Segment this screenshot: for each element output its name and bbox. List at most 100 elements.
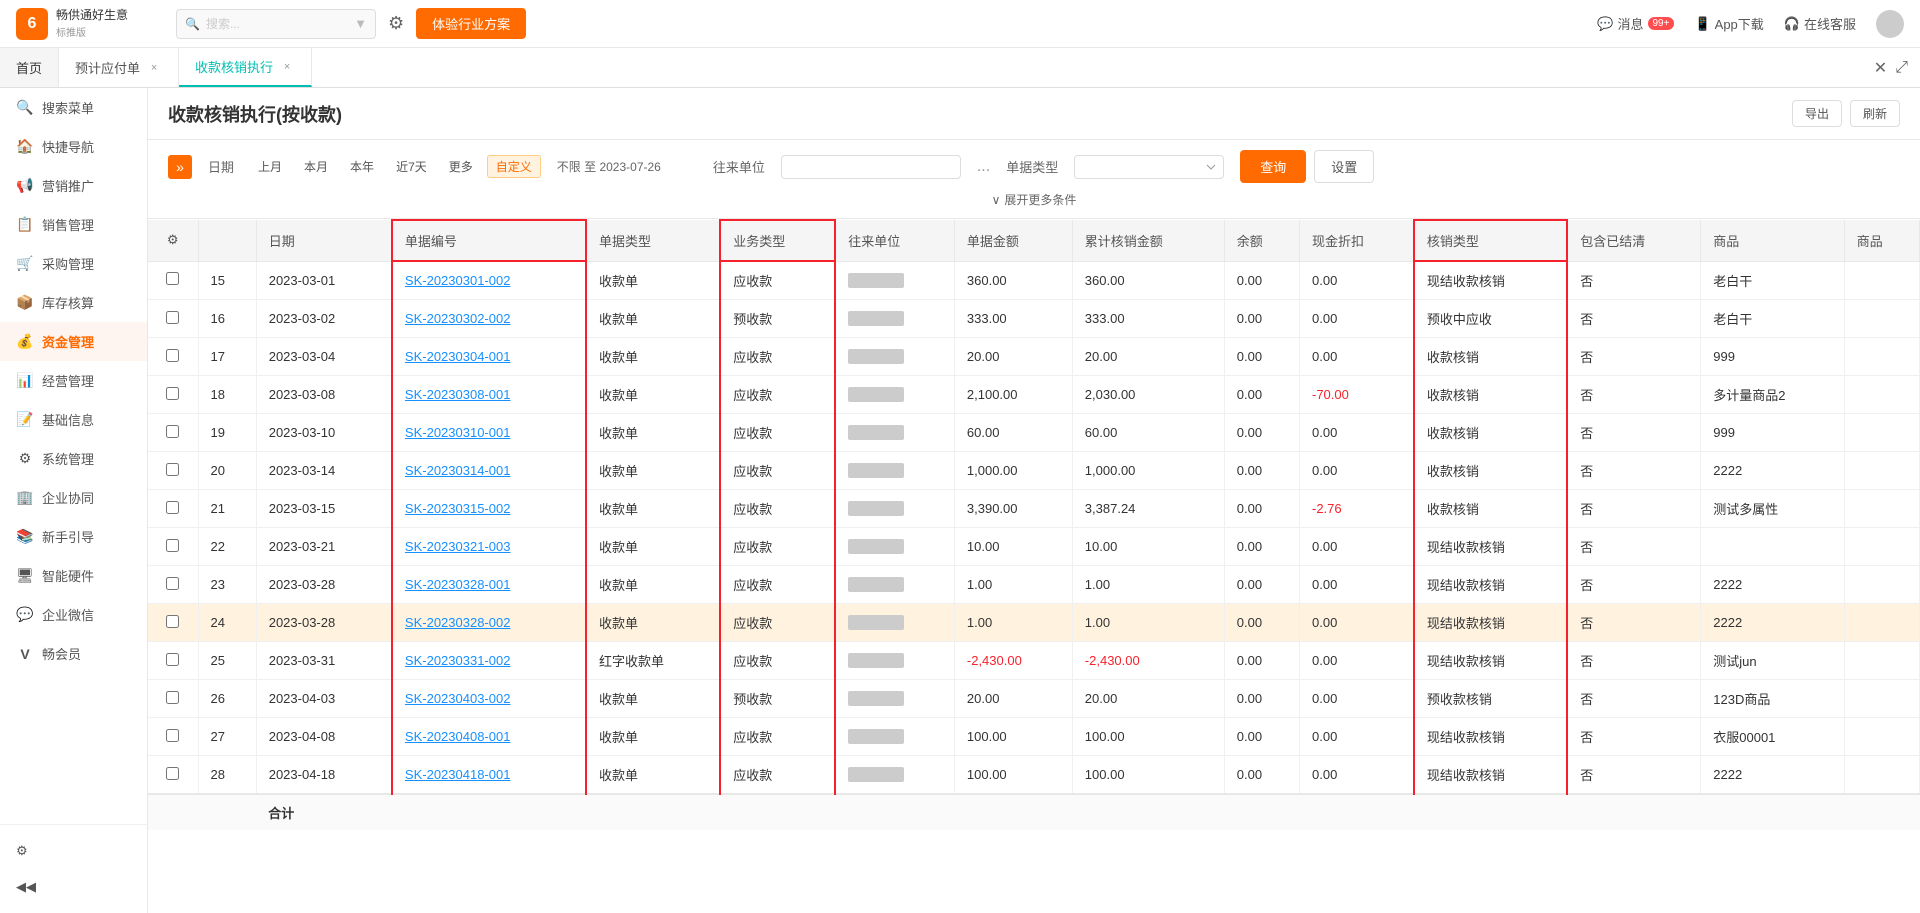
tab-prepay-close[interactable]: × — [146, 60, 162, 76]
query-button[interactable]: 查询 — [1240, 150, 1306, 183]
th-cumulative[interactable]: 累计核销金额 — [1072, 220, 1224, 261]
td-doc-no[interactable]: SK-20230418-001 — [392, 756, 586, 795]
tab-home[interactable]: 首页 — [0, 48, 59, 87]
doc-type-filter-select[interactable] — [1074, 155, 1224, 179]
td-checkbox[interactable] — [148, 300, 198, 338]
sidebar-collapse[interactable]: ◀◀ — [0, 869, 147, 905]
td-checkbox[interactable] — [148, 718, 198, 756]
td-checkbox[interactable] — [148, 452, 198, 490]
row-checkbox[interactable] — [166, 539, 179, 552]
td-checkbox[interactable] — [148, 680, 198, 718]
tab-close-window-icon[interactable]: ✕ — [1874, 58, 1887, 78]
sidebar-item-quick-nav[interactable]: 🏠 快捷导航 — [0, 127, 147, 166]
sidebar-item-enterprise[interactable]: 🏢 企业协同 — [0, 478, 147, 517]
industry-solution-button[interactable]: 体验行业方案 — [416, 8, 526, 39]
td-checkbox[interactable] — [148, 261, 198, 300]
tab-receipt-close[interactable]: × — [279, 59, 295, 75]
vendor-filter-input[interactable] — [781, 155, 961, 179]
row-checkbox[interactable] — [166, 349, 179, 362]
td-doc-no[interactable]: SK-20230304-001 — [392, 338, 586, 376]
th-amount[interactable]: 单据金额 — [954, 220, 1072, 261]
sidebar-item-basic-info[interactable]: 📝 基础信息 — [0, 400, 147, 439]
td-checkbox[interactable] — [148, 338, 198, 376]
th-doc-no[interactable]: 单据编号 — [392, 220, 586, 261]
sidebar-item-vip[interactable]: V 畅会员 — [0, 634, 147, 673]
gear-icon[interactable]: ⚙ — [388, 13, 404, 34]
td-doc-no-link[interactable]: SK-20230408-001 — [405, 729, 511, 744]
row-checkbox[interactable] — [166, 729, 179, 742]
td-checkbox[interactable] — [148, 528, 198, 566]
td-doc-no[interactable]: SK-20230315-002 — [392, 490, 586, 528]
td-doc-no-link[interactable]: SK-20230331-002 — [405, 653, 511, 668]
header-search-box[interactable]: 🔍 搜索... ▼ — [176, 9, 376, 39]
settings-button[interactable]: 设置 — [1314, 150, 1374, 183]
app-download-button[interactable]: 📱 App下载 — [1694, 14, 1763, 33]
th-biz-type[interactable]: 业务类型 — [720, 220, 835, 261]
sidebar-item-smart-hw[interactable]: 🖥 智能硬件 — [0, 556, 147, 595]
td-doc-no[interactable]: SK-20230301-002 — [392, 261, 586, 300]
td-doc-no[interactable]: SK-20230314-001 — [392, 452, 586, 490]
td-doc-no-link[interactable]: SK-20230308-001 — [405, 387, 511, 402]
sidebar-item-marketing[interactable]: 📢 营销推广 — [0, 166, 147, 205]
th-product2[interactable]: 商品 — [1844, 220, 1919, 261]
td-doc-no[interactable]: SK-20230408-001 — [392, 718, 586, 756]
th-include-settled[interactable]: 包含已结清 — [1567, 220, 1701, 261]
th-doc-type[interactable]: 单据类型 — [586, 220, 720, 261]
sidebar-item-inventory[interactable]: 📦 库存核算 — [0, 283, 147, 322]
td-doc-no-link[interactable]: SK-20230403-002 — [405, 691, 511, 706]
sidebar-settings[interactable]: ⚙ — [0, 833, 147, 869]
online-support-button[interactable]: 🎧 在线客服 — [1784, 14, 1856, 33]
sidebar-item-system[interactable]: ⚙ 系统管理 — [0, 439, 147, 478]
td-doc-no[interactable]: SK-20230302-002 — [392, 300, 586, 338]
th-cash-discount[interactable]: 现金折扣 — [1300, 220, 1414, 261]
sidebar-item-operation[interactable]: 📊 经营管理 — [0, 361, 147, 400]
td-doc-no-link[interactable]: SK-20230314-001 — [405, 463, 511, 478]
tab-prepay[interactable]: 预计应付单 × — [59, 48, 179, 87]
td-checkbox[interactable] — [148, 756, 198, 795]
row-checkbox[interactable] — [166, 425, 179, 438]
date-option-this-year[interactable]: 本年 — [342, 156, 382, 177]
header-dropdown-icon[interactable]: ▼ — [354, 16, 367, 31]
date-option-7days[interactable]: 近7天 — [388, 156, 435, 177]
td-doc-no-link[interactable]: SK-20230302-002 — [405, 311, 511, 326]
td-checkbox[interactable] — [148, 604, 198, 642]
row-checkbox[interactable] — [166, 311, 179, 324]
td-doc-no[interactable]: SK-20230403-002 — [392, 680, 586, 718]
td-doc-no-link[interactable]: SK-20230304-001 — [405, 349, 511, 364]
row-checkbox[interactable] — [166, 577, 179, 590]
td-doc-no[interactable]: SK-20230321-003 — [392, 528, 586, 566]
td-doc-no[interactable]: SK-20230310-001 — [392, 414, 586, 452]
th-settings[interactable]: ⚙ — [148, 220, 198, 261]
row-checkbox[interactable] — [166, 767, 179, 780]
td-checkbox[interactable] — [148, 490, 198, 528]
th-verify-type[interactable]: 核销类型 — [1414, 220, 1567, 261]
expand-more-button[interactable]: ∨ 展开更多条件 — [168, 191, 1900, 208]
td-doc-no-link[interactable]: SK-20230315-002 — [405, 501, 511, 516]
row-checkbox[interactable] — [166, 501, 179, 514]
sidebar-item-sales[interactable]: 📋 销售管理 — [0, 205, 147, 244]
sidebar-item-purchase[interactable]: 🛒 采购管理 — [0, 244, 147, 283]
tab-receipt[interactable]: 收款核销执行 × — [179, 48, 312, 87]
date-option-more[interactable]: 更多 — [441, 156, 481, 177]
td-doc-no-link[interactable]: SK-20230328-002 — [405, 615, 511, 630]
row-checkbox[interactable] — [166, 691, 179, 704]
sidebar-item-search-menu[interactable]: 🔍 搜索菜单 — [0, 88, 147, 127]
td-checkbox[interactable] — [148, 642, 198, 680]
date-option-custom[interactable]: 自定义 — [487, 155, 541, 178]
date-option-this-month[interactable]: 本月 — [296, 156, 336, 177]
td-doc-no[interactable]: SK-20230331-002 — [392, 642, 586, 680]
row-checkbox[interactable] — [166, 653, 179, 666]
th-balance[interactable]: 余额 — [1224, 220, 1299, 261]
td-doc-no-link[interactable]: SK-20230418-001 — [405, 767, 511, 782]
td-doc-no[interactable]: SK-20230328-002 — [392, 604, 586, 642]
table-container[interactable]: ⚙ 日期 单据编号 单据类型 业务类型 往来单位 单据金额 累计核销金额 余额 … — [148, 219, 1920, 913]
th-date[interactable]: 日期 — [256, 220, 392, 261]
td-doc-no-link[interactable]: SK-20230301-002 — [405, 273, 511, 288]
td-doc-no[interactable]: SK-20230308-001 — [392, 376, 586, 414]
export-button[interactable]: 导出 — [1792, 100, 1842, 127]
row-checkbox[interactable] — [166, 387, 179, 400]
td-checkbox[interactable] — [148, 414, 198, 452]
row-checkbox[interactable] — [166, 272, 179, 285]
td-checkbox[interactable] — [148, 566, 198, 604]
th-product[interactable]: 商品 — [1701, 220, 1844, 261]
